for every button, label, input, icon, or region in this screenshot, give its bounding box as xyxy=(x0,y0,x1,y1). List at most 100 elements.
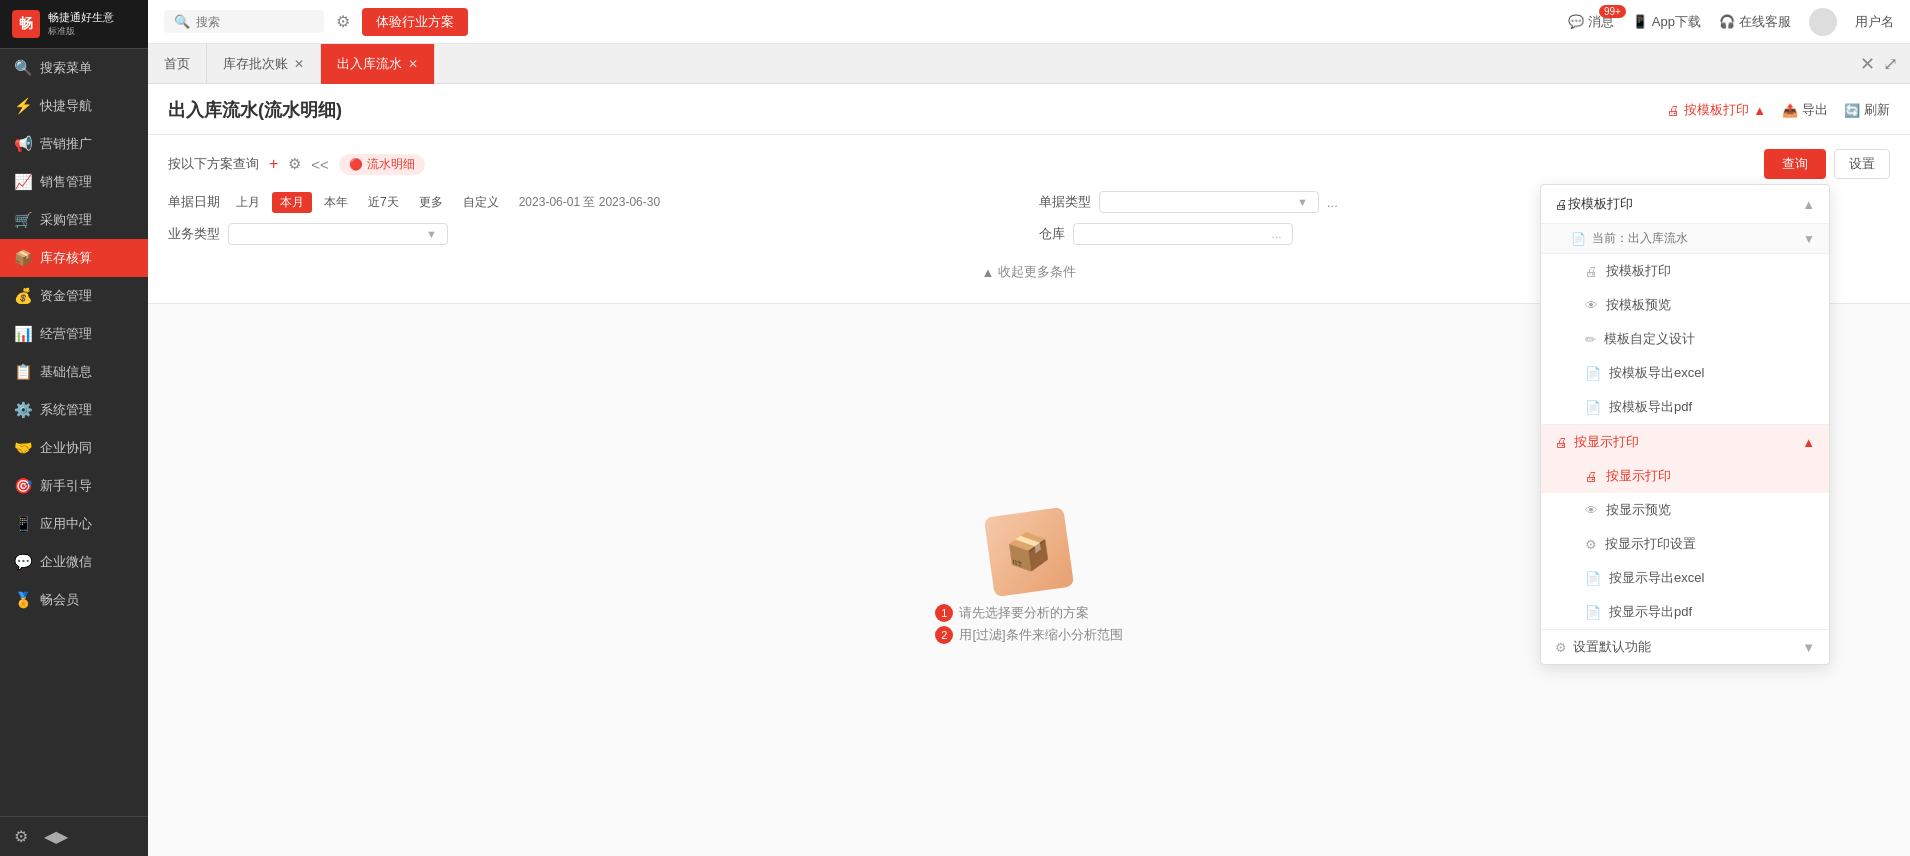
tag-icon: 🔴 xyxy=(349,158,363,171)
display-settings-label: 按显示打印设置 xyxy=(1605,535,1696,553)
settings-button[interactable]: 设置 xyxy=(1834,149,1890,179)
tab-inout-flow-close[interactable]: ✕ xyxy=(408,57,418,71)
sidebar-settings-icon[interactable]: ⚙ xyxy=(14,827,28,846)
sidebar-item-label: 企业协同 xyxy=(40,439,92,457)
date-btn-custom[interactable]: 自定义 xyxy=(455,192,507,213)
sidebar-item-quick-nav[interactable]: ⚡ 快捷导航 xyxy=(0,87,148,125)
search-input[interactable] xyxy=(196,15,296,29)
sidebar-item-system[interactable]: ⚙️ 系统管理 xyxy=(0,391,148,429)
display-section-title[interactable]: 🖨 按显示打印 ▲ xyxy=(1541,425,1829,459)
sidebar-item-guide[interactable]: 🎯 新手引导 xyxy=(0,467,148,505)
service-icon: 🎧 xyxy=(1719,14,1735,29)
dropdown-footer[interactable]: ⚙ 设置默认功能 ▼ xyxy=(1541,630,1829,664)
print-dropdown-trigger[interactable]: 🖨 按模板打印 ▲ xyxy=(1667,101,1766,119)
display-print-item[interactable]: 🖨 按显示打印 xyxy=(1541,459,1829,493)
sidebar-item-member[interactable]: 🏅 畅会员 xyxy=(0,581,148,619)
tab-maximize-icon[interactable]: ⤢ xyxy=(1883,53,1898,75)
display-section: 🖨 按显示打印 ▲ 🖨 按显示打印 👁 按显示预览 ⚙ 按显示打印设置 xyxy=(1541,425,1829,630)
voucher-type-select[interactable]: ▼ xyxy=(1099,191,1319,213)
operation-icon: 📊 xyxy=(14,325,32,343)
tabbar: 首页 库存批次账 ✕ 出入库流水 ✕ ✕ ⤢ xyxy=(148,44,1910,84)
app-download-button[interactable]: 📱 App下载 xyxy=(1632,13,1701,31)
display-settings-item[interactable]: ⚙ 按显示打印设置 xyxy=(1541,527,1829,561)
dropdown-print-icon: 🖨 xyxy=(1555,197,1568,212)
display-section-label: 按显示打印 xyxy=(1574,433,1639,451)
biz-type-select[interactable]: ▼ xyxy=(228,223,448,245)
sidebar-item-app-center[interactable]: 📱 应用中心 xyxy=(0,505,148,543)
export-button[interactable]: 📤 导出 xyxy=(1782,101,1828,119)
date-btn-7days[interactable]: 近7天 xyxy=(360,192,407,213)
empty-hint-2: 2 用[过滤]条件来缩小分析范围 xyxy=(935,626,1122,644)
date-field-label: 单据日期 xyxy=(168,193,220,211)
empty-hints: 1 请先选择要分析的方案 2 用[过滤]条件来缩小分析范围 xyxy=(935,604,1122,648)
tab-home[interactable]: 首页 xyxy=(148,44,207,84)
sidebar-item-label: 畅会员 xyxy=(40,591,79,609)
logo-name: 畅捷通好生意 xyxy=(48,10,114,24)
template-export-pdf-item[interactable]: 📄 按模板导出pdf xyxy=(1541,390,1829,424)
default-settings-icon: ⚙ xyxy=(1555,640,1567,655)
page-header: 出入库流水(流水明细) 🖨 按模板打印 ▲ 📤 导出 🔄 刷新 xyxy=(148,84,1910,135)
sidebar-item-finance[interactable]: 💰 资金管理 xyxy=(0,277,148,315)
sidebar-item-label: 销售管理 xyxy=(40,173,92,191)
sidebar-item-operation[interactable]: 📊 经营管理 xyxy=(0,315,148,353)
tab-home-label: 首页 xyxy=(164,55,190,73)
query-button[interactable]: 查询 xyxy=(1764,149,1826,179)
sidebar-item-marketing[interactable]: 📢 营销推广 xyxy=(0,125,148,163)
template-print-item[interactable]: 🖨 按模板打印 xyxy=(1541,254,1829,288)
dropdown-header[interactable]: 🖨 按模板打印 ▲ xyxy=(1541,185,1829,224)
topbar-gear-icon[interactable]: ⚙ xyxy=(336,12,350,31)
online-service-button[interactable]: 🎧 在线客服 xyxy=(1719,13,1791,31)
industry-button[interactable]: 体验行业方案 xyxy=(362,8,468,36)
filter-label: 按以下方案查询 xyxy=(168,155,259,173)
sidebar-item-search-menu[interactable]: 🔍 搜索菜单 xyxy=(0,49,148,87)
purchase-icon: 🛒 xyxy=(14,211,32,229)
sidebar-item-purchase[interactable]: 🛒 采购管理 xyxy=(0,201,148,239)
template-preview-item[interactable]: 👁 按模板预览 xyxy=(1541,288,1829,322)
warehouse-select[interactable]: … xyxy=(1073,223,1293,245)
sidebar-item-wechat[interactable]: 💬 企业微信 xyxy=(0,543,148,581)
sidebar-collapse-icon[interactable]: ◀▶ xyxy=(44,827,68,846)
date-btn-this-year[interactable]: 本年 xyxy=(316,192,356,213)
collapse-up-icon: ▲ xyxy=(982,265,995,280)
template-export-excel-item[interactable]: 📄 按模板导出excel xyxy=(1541,356,1829,390)
display-section-icon: 🖨 xyxy=(1555,435,1568,450)
display-print-icon: 🖨 xyxy=(1585,469,1598,484)
tab-batch-account[interactable]: 库存批次账 ✕ xyxy=(207,44,321,84)
cooperation-icon: 🤝 xyxy=(14,439,32,457)
display-export-excel-item[interactable]: 📄 按显示导出excel xyxy=(1541,561,1829,595)
user-avatar[interactable] xyxy=(1809,8,1837,36)
member-icon: 🏅 xyxy=(14,591,32,609)
date-btn-last-month[interactable]: 上月 xyxy=(228,192,268,213)
finance-icon: 💰 xyxy=(14,287,32,305)
refresh-button[interactable]: 🔄 刷新 xyxy=(1844,101,1890,119)
template-design-item[interactable]: ✏ 模板自定义设计 xyxy=(1541,322,1829,356)
date-btn-more[interactable]: 更多 xyxy=(411,192,451,213)
template-print-label: 按模板打印 xyxy=(1606,262,1671,280)
message-icon: 💬 xyxy=(1568,14,1584,29)
display-print-label: 按显示打印 xyxy=(1606,467,1671,485)
app-download-label: App下载 xyxy=(1652,13,1701,31)
filter-settings-icon[interactable]: ⚙ xyxy=(288,155,301,173)
display-preview-item[interactable]: 👁 按显示预览 xyxy=(1541,493,1829,527)
date-btn-this-month[interactable]: 本月 xyxy=(272,192,312,213)
date-filter-field: 单据日期 上月 本月 本年 近7天 更多 自定义 2023-06-01 至 20… xyxy=(168,192,1019,213)
filter-tag-item[interactable]: 🔴 流水明细 xyxy=(339,154,425,175)
tab-batch-account-close[interactable]: ✕ xyxy=(294,57,304,71)
tab-inout-flow[interactable]: 出入库流水 ✕ xyxy=(321,44,435,84)
print-dropdown-panel: 🖨 按模板打印 ▲ 📄 当前：出入库流水 ▼ 🖨 按模板打印 👁 按模板预览 xyxy=(1540,184,1830,665)
display-export-pdf-item[interactable]: 📄 按显示导出pdf xyxy=(1541,595,1829,629)
hint-text-2: 用[过滤]条件来缩小分析范围 xyxy=(959,626,1122,644)
marketing-icon: 📢 xyxy=(14,135,32,153)
search-box[interactable]: 🔍 xyxy=(164,10,324,33)
sidebar-item-basic[interactable]: 📋 基础信息 xyxy=(0,353,148,391)
sidebar-item-sales[interactable]: 📈 销售管理 xyxy=(0,163,148,201)
filter-collapse-icon[interactable]: << xyxy=(311,156,329,173)
sidebar-item-inventory[interactable]: 📦 库存核算 xyxy=(0,239,148,277)
message-button[interactable]: 💬 消息 99+ xyxy=(1568,13,1614,31)
filter-add-button[interactable]: + xyxy=(269,155,278,173)
sidebar-item-cooperation[interactable]: 🤝 企业协同 xyxy=(0,429,148,467)
voucher-type-more[interactable]: ... xyxy=(1327,195,1338,210)
search-menu-icon: 🔍 xyxy=(14,59,32,77)
warehouse-chevron: … xyxy=(1271,228,1282,240)
tab-close-all-icon[interactable]: ✕ xyxy=(1860,53,1875,75)
